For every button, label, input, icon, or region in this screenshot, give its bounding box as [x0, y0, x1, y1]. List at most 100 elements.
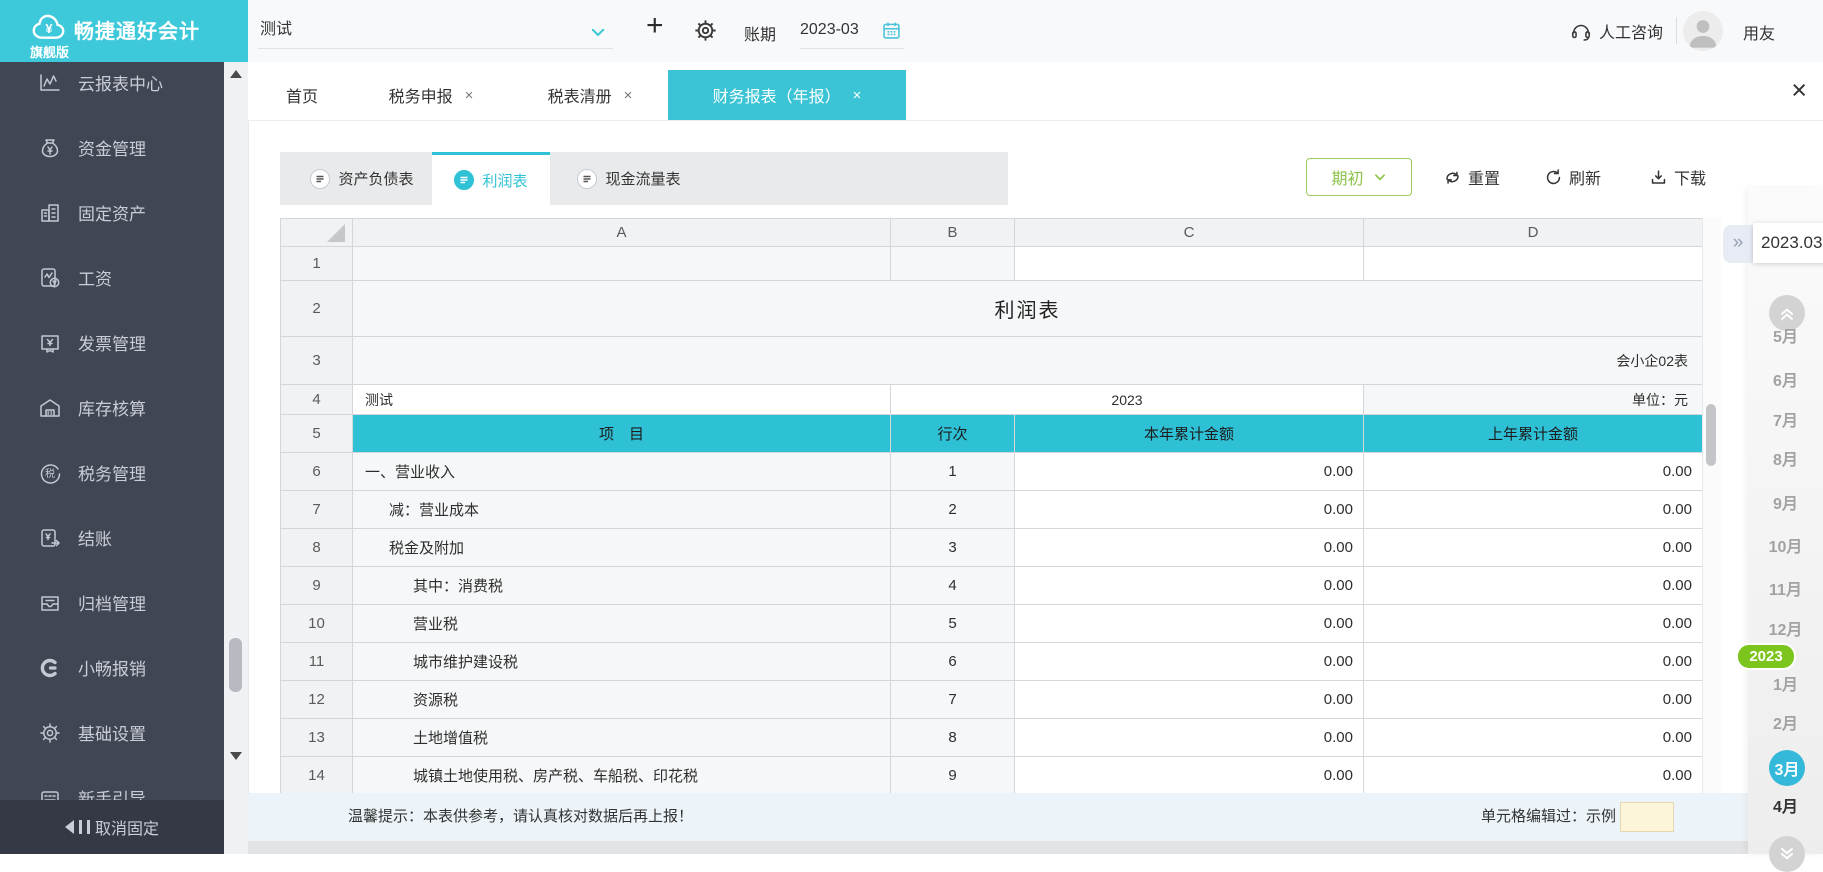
previous-amount-cell[interactable]: 0.00 [1364, 453, 1703, 491]
live-support-link[interactable]: 人工咨询 [1570, 19, 1663, 43]
row-header[interactable]: 4 [281, 385, 353, 415]
previous-amount-cell[interactable]: 0.00 [1364, 681, 1703, 719]
add-account-button[interactable]: + [646, 9, 664, 43]
opening-period-button[interactable]: 期初 [1306, 158, 1412, 196]
rail-collapse-tab[interactable]: » [1723, 225, 1753, 263]
month-item[interactable]: 7月 [1748, 411, 1823, 433]
month-item-active[interactable]: 3月 [1769, 750, 1805, 786]
current-amount-cell[interactable]: 0.00 [1015, 453, 1364, 491]
sidebar-item-settings[interactable]: 基础设置 [0, 700, 224, 765]
tab-home[interactable]: 首页 [256, 70, 348, 120]
month-item[interactable]: 8月 [1748, 450, 1823, 472]
calendar-icon[interactable] [881, 20, 902, 41]
item-cell[interactable]: 城市维护建设税 [353, 643, 891, 681]
current-amount-cell[interactable]: 0.00 [1015, 643, 1364, 681]
report-title[interactable]: 利润表 [353, 281, 1703, 337]
item-cell[interactable]: 营业税 [353, 605, 891, 643]
scroll-up-arrow-icon[interactable] [230, 70, 242, 78]
row-header[interactable]: 3 [281, 337, 353, 385]
month-item[interactable]: 10月 [1748, 537, 1823, 559]
line-cell[interactable]: 7 [891, 681, 1015, 719]
row-header[interactable]: 8 [281, 529, 353, 567]
line-cell[interactable]: 8 [891, 719, 1015, 757]
line-cell[interactable]: 2 [891, 491, 1015, 529]
account-select[interactable]: 测试 [258, 14, 613, 49]
month-item[interactable]: 4月 [1748, 797, 1823, 819]
year-cell[interactable]: 2023 [891, 385, 1364, 415]
empty-cell[interactable] [353, 247, 891, 281]
sidebar-item-closing[interactable]: 结账 [0, 505, 224, 570]
close-icon[interactable]: × [465, 87, 474, 104]
sidebar-item-tax[interactable]: 税 税务管理 [0, 440, 224, 505]
column-header[interactable]: C [1015, 219, 1364, 247]
column-header[interactable]: A [353, 219, 891, 247]
company-cell[interactable]: 测试 [353, 385, 891, 415]
scroll-down-button[interactable] [1769, 836, 1805, 872]
tab-tax-register[interactable]: 税表清册 × [520, 70, 660, 120]
sidebar-item-invoices[interactable]: 发票管理 [0, 310, 224, 375]
line-cell[interactable]: 4 [891, 567, 1015, 605]
empty-cell[interactable] [891, 247, 1015, 281]
empty-cell[interactable] [1015, 247, 1364, 281]
month-item[interactable]: 12月 [1748, 620, 1823, 642]
previous-amount-cell[interactable]: 0.00 [1364, 529, 1703, 567]
form-code[interactable]: 会小企02表 [353, 337, 1703, 385]
settings-gear-icon[interactable] [692, 17, 719, 44]
sidebar-item-cloud-reports[interactable]: 云报表中心 [0, 62, 224, 115]
row-header[interactable]: 2 [281, 281, 353, 337]
unit-cell[interactable]: 单位：元 [1364, 385, 1703, 415]
sidebar-item-archive[interactable]: 归档管理 [0, 570, 224, 635]
item-cell[interactable]: 城镇土地使用税、房产税、车船税、印花税 [353, 757, 891, 795]
line-cell[interactable]: 3 [891, 529, 1015, 567]
line-cell[interactable]: 1 [891, 453, 1015, 491]
close-icon[interactable]: × [624, 87, 633, 104]
user-name[interactable]: 用友 [1743, 20, 1775, 44]
item-cell[interactable]: 税金及附加 [353, 529, 891, 567]
row-header[interactable]: 9 [281, 567, 353, 605]
item-cell[interactable]: 一、营业收入 [353, 453, 891, 491]
sidebar-scrollbar[interactable] [224, 62, 249, 854]
previous-amount-cell[interactable]: 0.00 [1364, 491, 1703, 529]
close-icon[interactable]: × [853, 87, 862, 104]
row-header[interactable]: 6 [281, 453, 353, 491]
month-item[interactable]: 1月 [1748, 675, 1823, 697]
previous-amount-cell[interactable]: 0.00 [1364, 643, 1703, 681]
row-header[interactable]: 13 [281, 719, 353, 757]
tab-financial-reports[interactable]: 财务报表（年报） × [668, 70, 906, 120]
sidebar-item-fixed-assets[interactable]: 固定资产 [0, 180, 224, 245]
scroll-to-top-button[interactable] [1769, 295, 1805, 331]
line-cell[interactable]: 5 [891, 605, 1015, 643]
previous-amount-cell[interactable]: 0.00 [1364, 605, 1703, 643]
month-item[interactable]: 6月 [1748, 371, 1823, 393]
sidebar-item-salary[interactable]: 工资 [0, 245, 224, 310]
current-amount-cell[interactable]: 0.00 [1015, 605, 1364, 643]
row-header[interactable]: 7 [281, 491, 353, 529]
avatar[interactable] [1683, 11, 1723, 51]
period-picker[interactable]: 2023-03 [800, 14, 904, 49]
item-cell[interactable]: 资源税 [353, 681, 891, 719]
report-tab-income-statement[interactable]: 利润表 [432, 152, 550, 205]
report-tab-balance-sheet[interactable]: 资产负债表 [292, 152, 432, 205]
sidebar-scrollbar-thumb[interactable] [229, 638, 242, 692]
scroll-down-arrow-icon[interactable] [230, 752, 242, 760]
current-amount-cell[interactable]: 0.00 [1015, 681, 1364, 719]
download-button[interactable]: 下载 [1649, 164, 1706, 190]
current-amount-cell[interactable]: 0.00 [1015, 529, 1364, 567]
month-item[interactable]: 9月 [1748, 494, 1823, 516]
sidebar-item-funds[interactable]: 资金管理 [0, 115, 224, 180]
row-header[interactable]: 11 [281, 643, 353, 681]
previous-amount-cell[interactable]: 0.00 [1364, 757, 1703, 795]
line-cell[interactable]: 6 [891, 643, 1015, 681]
item-cell[interactable]: 土地增值税 [353, 719, 891, 757]
current-amount-cell[interactable]: 0.00 [1015, 567, 1364, 605]
item-cell[interactable]: 其中：消费税 [353, 567, 891, 605]
month-item[interactable]: 2月 [1748, 714, 1823, 736]
refresh-button[interactable]: 刷新 [1544, 164, 1601, 190]
sidebar-item-reimburse[interactable]: 小畅报销 [0, 635, 224, 700]
previous-amount-cell[interactable]: 0.00 [1364, 567, 1703, 605]
tab-tax-filing[interactable]: 税务申报 × [360, 70, 502, 120]
grid-scrollbar[interactable] [1702, 218, 1721, 794]
unpin-sidebar-button[interactable]: 取消固定 [0, 800, 224, 854]
month-item[interactable]: 11月 [1748, 580, 1823, 602]
close-icon[interactable]: × [1791, 70, 1807, 110]
